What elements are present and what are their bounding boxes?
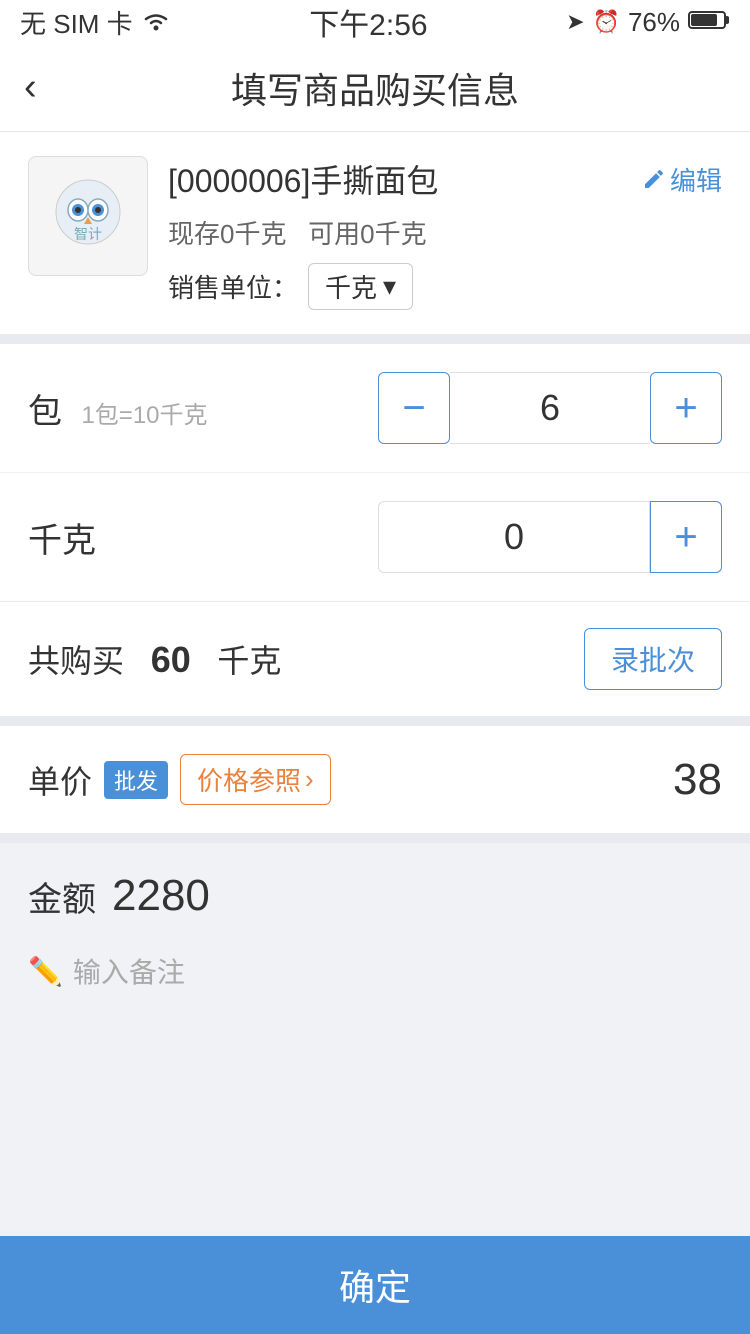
product-image: 智计 [28, 156, 148, 276]
remark-text: 输入备注 [73, 951, 185, 991]
price-ref-label: 价格参照 [197, 761, 301, 798]
price-section: 单价 批发 价格参照 › 38 [0, 726, 750, 843]
sim-label: 无 SIM 卡 [20, 4, 133, 41]
quantity-control-kg: + [378, 501, 722, 573]
remark-icon: ✏️ [28, 955, 63, 988]
price-ref-button[interactable]: 价格参照 › [180, 754, 331, 805]
confirm-button[interactable]: 确定 [0, 1236, 750, 1334]
status-time: 下午2:56 [309, 0, 427, 44]
bao-hint: 1包=10千克 [81, 402, 207, 429]
amount-label: 金额 [28, 872, 96, 921]
price-label: 单价 [28, 757, 92, 803]
amount-section: 金额 2280 ✏️ 输入备注 [0, 843, 750, 1001]
location-icon: ➤ [566, 9, 584, 35]
edit-button[interactable]: 编辑 [642, 161, 722, 198]
unit-value: 千克 [325, 268, 377, 305]
total-row: 共购买 60 千克 录批次 [0, 602, 750, 726]
product-info: [0000006]手撕面包 编辑 现存0千克 可用0千克 销售单位： 千克 ▾ [168, 156, 722, 310]
total-label: 共购买 60 千克 [28, 636, 281, 682]
total-unit: 千克 [217, 643, 281, 679]
quantity-row-bao: 包 1包=10千克 − + [0, 344, 750, 473]
record-batch-button[interactable]: 录批次 [584, 628, 722, 690]
product-unit-row: 销售单位： 千克 ▾ [168, 263, 722, 310]
nav-bar: ‹ 填写商品购买信息 [0, 44, 750, 132]
kg-label: 千克 [28, 522, 96, 560]
bao-label: 包 [28, 393, 62, 431]
amount-value: 2280 [112, 871, 210, 921]
quantity-section: 包 1包=10千克 − + 千克 + [0, 344, 750, 602]
product-stock: 现存0千克 可用0千克 [168, 214, 722, 251]
quantity-label-kg: 千克 [28, 513, 378, 562]
product-name: [0000006]手撕面包 [168, 156, 438, 202]
total-amount: 60 [151, 639, 191, 680]
quantity-label-bao: 包 1包=10千克 [28, 384, 378, 433]
price-tag-batch: 批发 [104, 761, 168, 799]
alarm-icon: ⏰ [593, 9, 620, 35]
product-name-row: [0000006]手撕面包 编辑 [168, 156, 722, 202]
status-right: ➤ ⏰ 76% [566, 7, 730, 38]
price-ref-arrow: › [305, 764, 314, 795]
stock-label: 现存0千克 [168, 219, 286, 249]
remark-row[interactable]: ✏️ 输入备注 [28, 941, 722, 1001]
product-card: 智计 [0000006]手撕面包 编辑 现存0千克 可用0千克 销售单位： 千克… [0, 132, 750, 344]
bao-plus-button[interactable]: + [650, 372, 722, 444]
price-value: 38 [673, 755, 722, 805]
unit-label: 销售单位： [168, 268, 298, 305]
edit-label: 编辑 [670, 161, 722, 198]
price-row: 单价 批发 价格参照 › 38 [28, 754, 722, 805]
page-title: 填写商品购买信息 [231, 62, 519, 114]
price-left: 单价 批发 价格参照 › [28, 754, 331, 805]
kg-plus-button[interactable]: + [650, 501, 722, 573]
quantity-row-kg: 千克 + [0, 473, 750, 601]
wifi-icon [141, 7, 171, 38]
svg-text:智计: 智计 [74, 226, 102, 242]
battery-icon [688, 7, 730, 38]
status-left: 无 SIM 卡 [20, 4, 171, 41]
bao-minus-button[interactable]: − [378, 372, 450, 444]
dropdown-icon: ▾ [383, 271, 396, 302]
bao-input[interactable] [450, 372, 650, 444]
available-label: 可用0千克 [308, 219, 426, 249]
status-bar: 无 SIM 卡 下午2:56 ➤ ⏰ 76% [0, 0, 750, 44]
amount-row: 金额 2280 [28, 871, 722, 921]
product-logo: 智计 [53, 177, 123, 255]
quantity-control-bao: − + [378, 372, 722, 444]
back-button[interactable]: ‹ [24, 66, 37, 109]
battery-label: 76% [628, 7, 680, 38]
kg-input[interactable] [378, 501, 650, 573]
unit-select[interactable]: 千克 ▾ [308, 263, 413, 310]
